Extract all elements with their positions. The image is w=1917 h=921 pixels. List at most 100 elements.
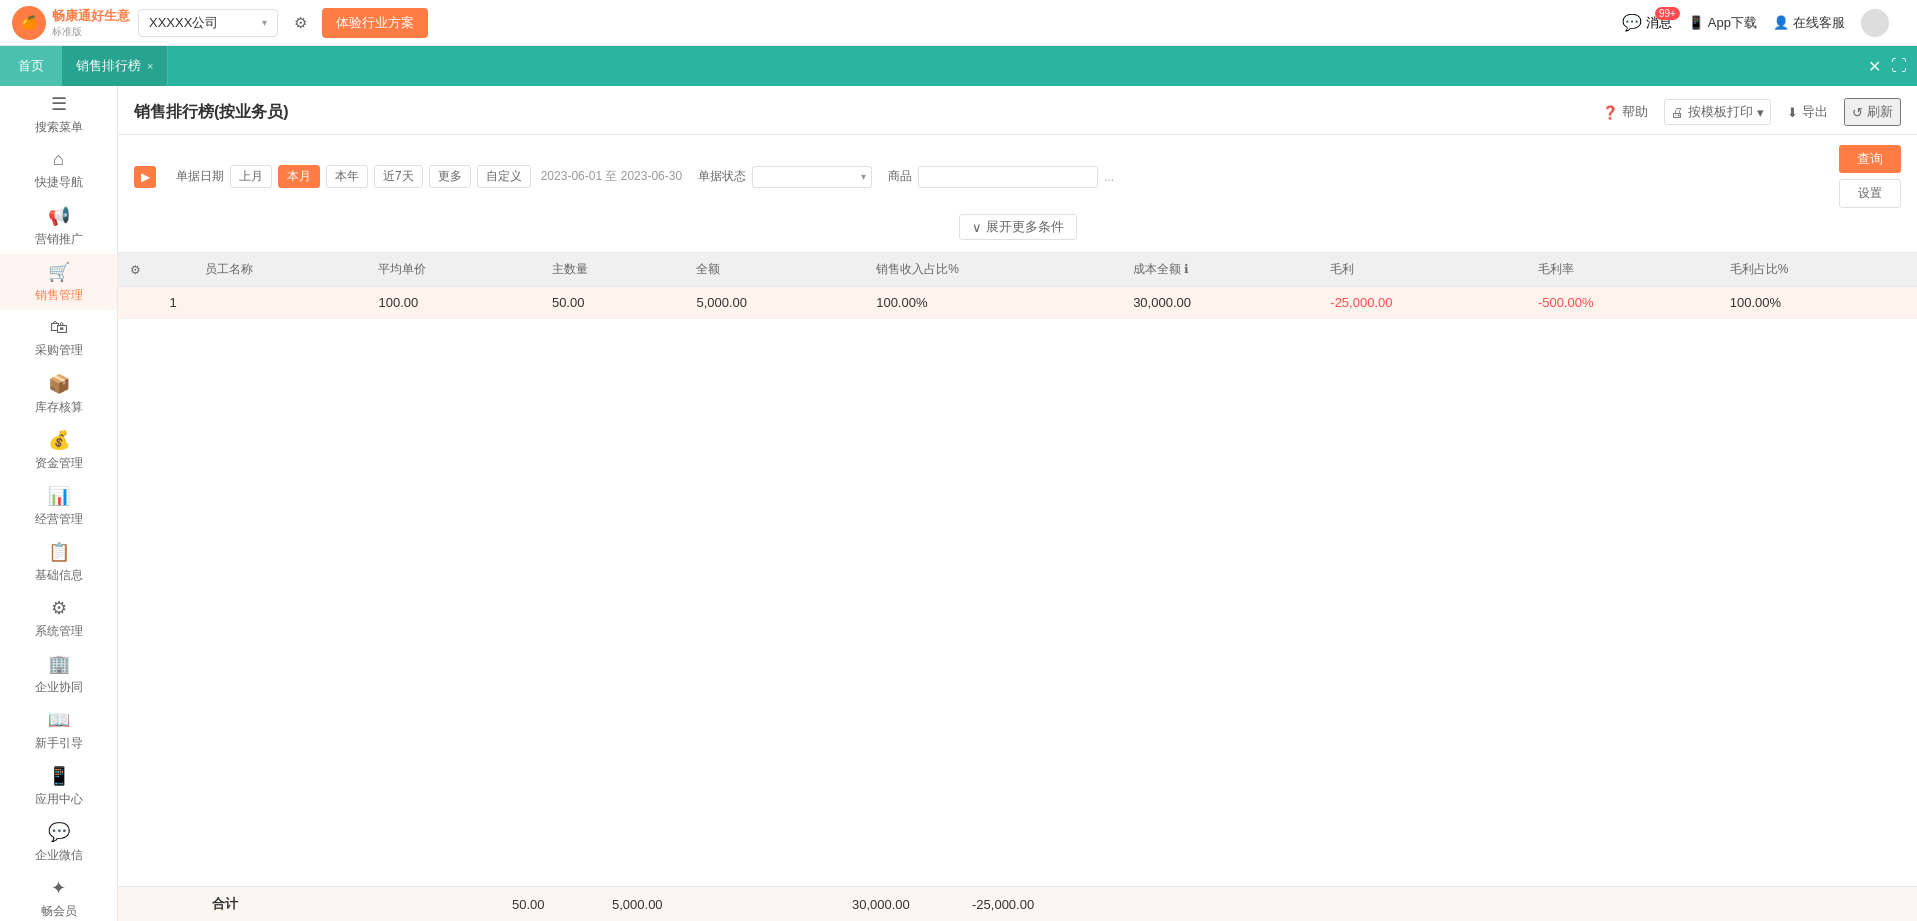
- footer-cost: 30,000.00: [840, 897, 960, 912]
- refresh-button[interactable]: ↺ 刷新: [1844, 98, 1901, 126]
- cell-amount: 5,000.00: [684, 287, 864, 319]
- top-bar: 🍊 畅康通好生意 标准版 XXXXX公司 ▾ ⚙ 体验行业方案 💬 消息 99+…: [0, 0, 1917, 46]
- expand-row: ∨ 展开更多条件: [134, 208, 1901, 242]
- sidebar-item-sales[interactable]: 🛒 销售管理: [0, 254, 117, 310]
- sidebar-item-purchase[interactable]: 🛍 采购管理: [0, 310, 117, 366]
- sidebar-item-app-center[interactable]: 📱 应用中心: [0, 758, 117, 814]
- logo-area: 🍊 畅康通好生意 标准版: [12, 6, 130, 40]
- cell-profit: -25,000.00: [1318, 287, 1526, 319]
- table-header-row: ⚙ 员工名称 平均单价 主数量 全额 销售收入占比% 成本全额 ℹ 毛利 毛利率…: [118, 253, 1917, 287]
- status-select-wrap: [752, 166, 872, 188]
- page-actions: ❓ 帮助 🖨 按模板打印 ▾ ⬇ 导出 ↺ 刷新: [1596, 98, 1901, 126]
- col-rank: [153, 253, 193, 287]
- filter-area: ▶ 单据日期 上月 本月 本年 近7天 更多 自定义 2023-06-01 至 …: [118, 135, 1917, 253]
- footer-amount: 5,000.00: [600, 897, 720, 912]
- cell-employee-name: [193, 287, 366, 319]
- col-avg-price: 平均单价: [366, 253, 539, 287]
- sidebar-item-inventory[interactable]: 📦 库存核算: [0, 366, 117, 422]
- sidebar-label-member: 畅会员: [41, 903, 77, 920]
- col-profit-pct: 毛利占比%: [1718, 253, 1917, 287]
- cell-settings[interactable]: [118, 287, 153, 319]
- purchase-icon: 🛍: [50, 317, 68, 338]
- goods-filter-label: 商品: [888, 168, 912, 185]
- cell-cost: 30,000.00: [1121, 287, 1318, 319]
- date-btn-7days[interactable]: 近7天: [374, 165, 423, 188]
- sidebar-label-basic-info: 基础信息: [35, 567, 83, 584]
- sidebar-label-system: 系统管理: [35, 623, 83, 640]
- page-title: 销售排行榜(按业务员): [134, 102, 289, 123]
- date-btn-current-month[interactable]: 本月: [278, 165, 320, 188]
- sidebar-item-finance[interactable]: 💰 资金管理: [0, 422, 117, 478]
- sidebar-item-operations[interactable]: 📊 经营管理: [0, 478, 117, 534]
- right-buttons: 查询 设置: [1839, 145, 1901, 208]
- col-profit: 毛利: [1318, 253, 1526, 287]
- window-maximize-icon[interactable]: ⛶: [1891, 57, 1907, 75]
- user-avatar[interactable]: [1861, 9, 1889, 37]
- print-dropdown-icon: ▾: [1757, 105, 1764, 120]
- gear-button[interactable]: ⚙: [286, 9, 314, 37]
- cell-profit-pct: 100.00%: [1718, 287, 1917, 319]
- refresh-icon: ↺: [1852, 105, 1863, 120]
- cell-rank: 1: [153, 287, 193, 319]
- query-button[interactable]: 查询: [1839, 145, 1901, 173]
- sidebar-item-enterprise[interactable]: 🏢 企业协同: [0, 646, 117, 702]
- date-btn-year[interactable]: 本年: [326, 165, 368, 188]
- content-area: 销售排行榜(按业务员) ❓ 帮助 🖨 按模板打印 ▾ ⬇ 导出 ↺ 刷新: [118, 86, 1917, 921]
- expand-conditions-button[interactable]: ∨ 展开更多条件: [959, 214, 1077, 240]
- col-settings[interactable]: ⚙: [118, 253, 153, 287]
- sidebar-item-guide[interactable]: 📖 新手引导: [0, 702, 117, 758]
- goods-input[interactable]: [918, 166, 1098, 188]
- date-btn-more[interactable]: 更多: [429, 165, 471, 188]
- marketing-icon: 📢: [48, 205, 70, 227]
- finance-icon: 💰: [48, 429, 70, 451]
- date-btn-custom[interactable]: 自定义: [477, 165, 531, 188]
- help-icon: ❓: [1602, 105, 1618, 120]
- status-filter-label: 单据状态: [698, 168, 746, 185]
- sidebar-item-basic-info[interactable]: 📋 基础信息: [0, 534, 117, 590]
- sidebar-item-member[interactable]: ✦ 畅会员: [0, 870, 117, 921]
- filter-expand-arrow[interactable]: ▶: [134, 166, 156, 188]
- sidebar-item-search[interactable]: ☰ 搜索菜单: [0, 86, 117, 142]
- message-area[interactable]: 💬 消息 99+: [1622, 13, 1672, 32]
- trial-button[interactable]: 体验行业方案: [322, 8, 428, 38]
- footer-label: 合计: [200, 895, 400, 913]
- home-icon: ⌂: [53, 149, 64, 170]
- tab-close-icon[interactable]: ×: [147, 60, 153, 72]
- date-btn-last-month[interactable]: 上月: [230, 165, 272, 188]
- sidebar-label-sales: 销售管理: [35, 287, 83, 304]
- sidebar-item-wechat[interactable]: 💬 企业微信: [0, 814, 117, 870]
- system-icon: ⚙: [51, 597, 67, 619]
- tab-bar-right: ✕ ⛶: [1868, 57, 1917, 76]
- logo-title: 畅康通好生意: [52, 7, 130, 25]
- cell-avg-price: 100.00: [366, 287, 539, 319]
- sidebar-label-inventory: 库存核算: [35, 399, 83, 416]
- export-button[interactable]: ⬇ 导出: [1781, 100, 1834, 124]
- sidebar-label-enterprise: 企业协同: [35, 679, 83, 696]
- online-service-button[interactable]: 👤 在线客服: [1773, 14, 1845, 32]
- col-quantity: 主数量: [540, 253, 685, 287]
- member-icon: ✦: [51, 877, 66, 899]
- footer-quantity: 50.00: [500, 897, 600, 912]
- status-select[interactable]: [752, 166, 872, 188]
- table-footer: 合计 50.00 5,000.00 30,000.00 -25,000.00: [118, 886, 1917, 921]
- cell-quantity: 50.00: [540, 287, 685, 319]
- print-button[interactable]: 🖨 按模板打印 ▾: [1664, 99, 1771, 125]
- company-name: XXXXX公司: [149, 14, 256, 32]
- help-button[interactable]: ❓ 帮助: [1596, 100, 1654, 124]
- company-selector[interactable]: XXXXX公司 ▾: [138, 9, 278, 37]
- tab-home[interactable]: 首页: [0, 46, 62, 86]
- tab-sales-ranking[interactable]: 销售排行榜 ×: [62, 46, 168, 86]
- window-close-icon[interactable]: ✕: [1868, 57, 1881, 76]
- sidebar-label-app-center: 应用中心: [35, 791, 83, 808]
- sidebar-item-marketing[interactable]: 📢 营销推广: [0, 198, 117, 254]
- footer-profit: -25,000.00: [960, 897, 1080, 912]
- col-profit-rate: 毛利率: [1526, 253, 1718, 287]
- app-download-button[interactable]: 📱 App下载: [1688, 14, 1757, 32]
- settings-button[interactable]: 设置: [1839, 179, 1901, 208]
- date-range-display: 2023-06-01 至 2023-06-30: [541, 168, 682, 185]
- sidebar-item-quick-nav[interactable]: ⌂ 快捷导航: [0, 142, 117, 198]
- sidebar-label-search: 搜索菜单: [35, 119, 83, 136]
- col-amount: 全额: [684, 253, 864, 287]
- sidebar-item-system[interactable]: ⚙ 系统管理: [0, 590, 117, 646]
- goods-more-button[interactable]: ...: [1104, 170, 1114, 184]
